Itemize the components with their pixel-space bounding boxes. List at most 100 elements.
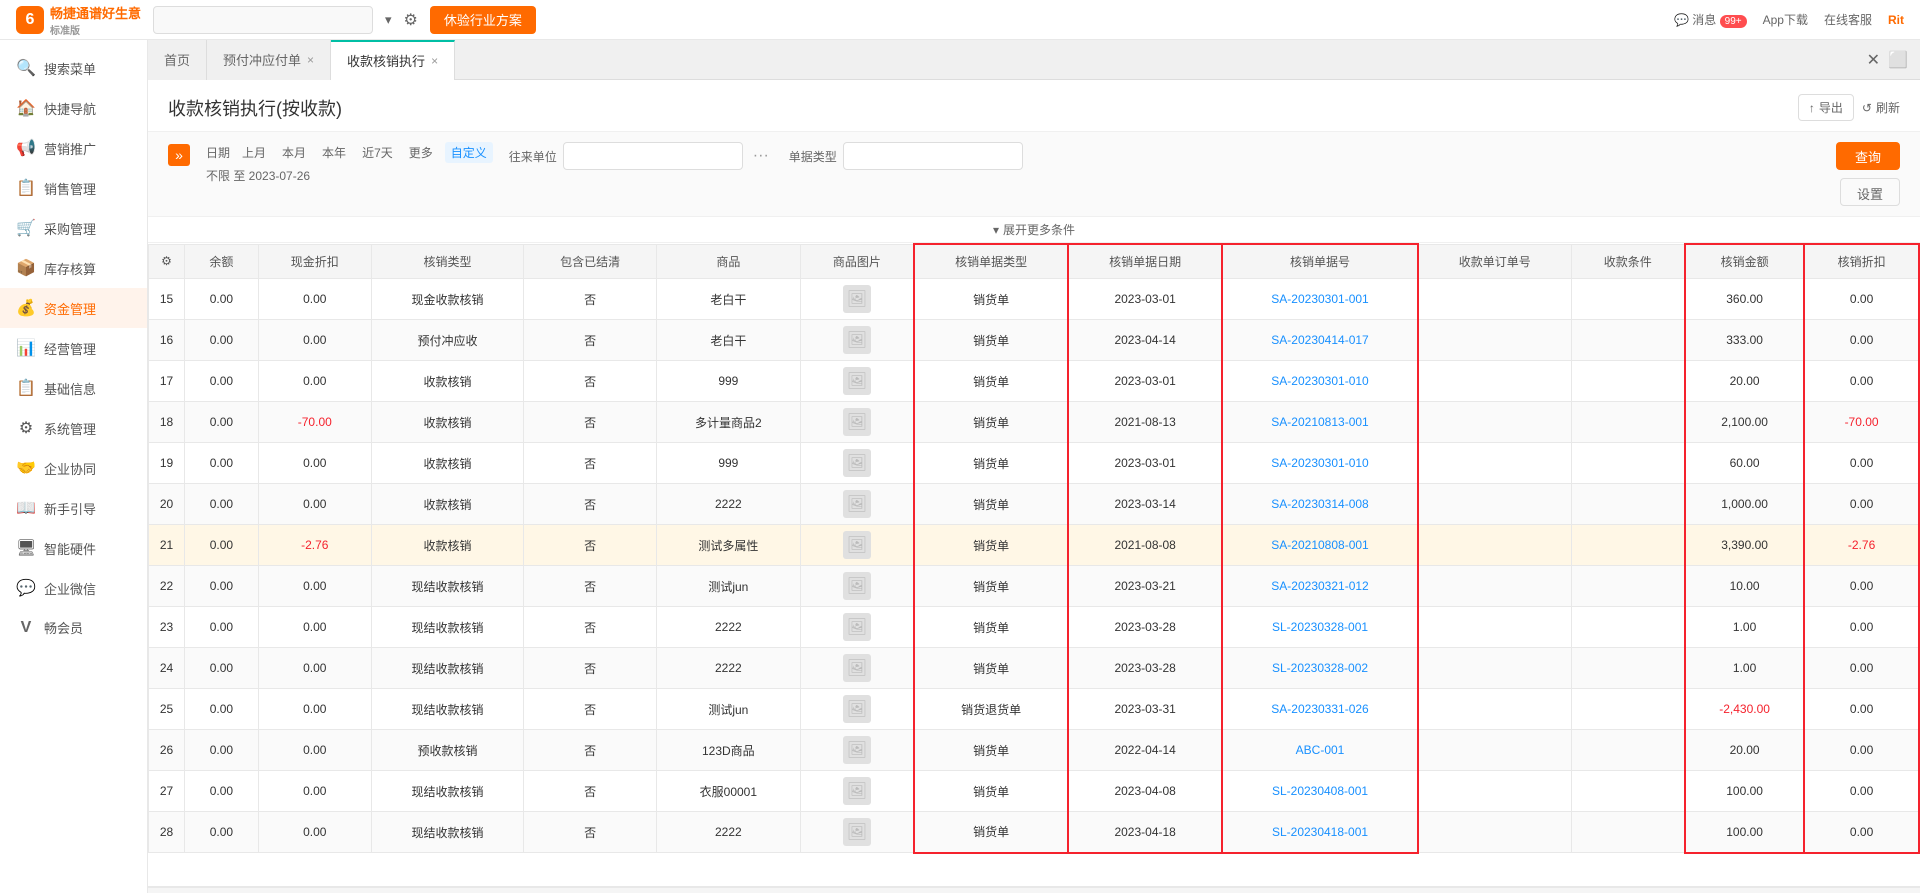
write-off-bill-link[interactable]: SL-20230418-001: [1272, 825, 1368, 839]
settings-button[interactable]: 设置: [1840, 178, 1900, 206]
date-btn-7days[interactable]: 近7天: [358, 142, 397, 163]
sidebar-item-search[interactable]: 🔍 搜索菜单: [0, 48, 147, 88]
tab-write-off-close[interactable]: ×: [431, 54, 438, 68]
td-goods: 999: [656, 361, 800, 402]
counterpart-input[interactable]: [563, 142, 743, 170]
sidebar-item-business[interactable]: 📊 经营管理: [0, 328, 147, 368]
sidebar-item-marketing[interactable]: 📢 营销推广: [0, 128, 147, 168]
td-include-settled: 否: [524, 361, 657, 402]
search-input[interactable]: [153, 6, 373, 34]
date-btn-this-month[interactable]: 本月: [278, 142, 310, 163]
write-off-bill-link[interactable]: ABC-001: [1296, 743, 1345, 757]
sidebar-item-member[interactable]: V 畅会员: [0, 608, 147, 647]
td-include-settled: 否: [524, 812, 657, 853]
online-service-btn[interactable]: 在线客服: [1824, 11, 1872, 28]
sidebar-item-sales[interactable]: 📋 销售管理: [0, 168, 147, 208]
page-header: 收款核销执行(按收款) ↑ 导出 ↺ 刷新: [148, 80, 1920, 132]
td-write-off-bill-date: 2023-03-28: [1068, 648, 1222, 689]
td-row-num: 25: [149, 689, 185, 730]
td-row-num: 15: [149, 279, 185, 320]
td-include-settled: 否: [524, 730, 657, 771]
td-receipt-order-no: [1418, 320, 1571, 361]
tab-close-window-btn[interactable]: ✕: [1867, 50, 1880, 70]
table-row: 20 0.00 0.00 收款核销 否 2222 🖼 销货单 2023-03-1…: [149, 484, 1920, 525]
date-btn-this-year[interactable]: 本年: [318, 142, 350, 163]
date-btn-last-month[interactable]: 上月: [238, 142, 270, 163]
tab-prepay-close[interactable]: ×: [307, 53, 314, 67]
write-off-bill-link[interactable]: SA-20230331-026: [1271, 702, 1368, 716]
td-receipt-condition: [1571, 771, 1685, 812]
date-custom-btn[interactable]: 自定义: [445, 142, 493, 163]
table-row: 27 0.00 0.00 现结收款核销 否 衣服00001 🖼 销货单 2023…: [149, 771, 1920, 812]
sidebar-item-inventory[interactable]: 📦 库存核算: [0, 248, 147, 288]
sidebar-item-finance[interactable]: 💰 资金管理: [0, 288, 147, 328]
sidebar-item-purchase[interactable]: 🛒 采购管理: [0, 208, 147, 248]
td-balance: 0.00: [185, 648, 259, 689]
td-row-num: 19: [149, 443, 185, 484]
sidebar-item-guide[interactable]: 📖 新手引导: [0, 488, 147, 528]
app-logo: 6 畅捷通谱好生意 标准版: [16, 3, 141, 37]
td-include-settled: 否: [524, 320, 657, 361]
date-btn-more[interactable]: 更多: [405, 142, 437, 163]
table-row: 24 0.00 0.00 现结收款核销 否 2222 🖼 销货单 2023-03…: [149, 648, 1920, 689]
dropdown-icon[interactable]: ▾: [385, 12, 392, 28]
td-write-off-bill-date: 2023-04-08: [1068, 771, 1222, 812]
th-receipt-order-no: 收款条件: [1571, 244, 1685, 279]
sidebar-item-label: 搜索菜单: [44, 59, 96, 78]
td-write-off-bill-date: 2023-04-18: [1068, 812, 1222, 853]
industry-solution-button[interactable]: 休验行业方案: [430, 6, 536, 34]
write-off-bill-link[interactable]: SA-20210813-001: [1271, 415, 1368, 429]
td-include-settled: 否: [524, 689, 657, 730]
write-off-bill-link[interactable]: SL-20230328-002: [1272, 661, 1368, 675]
sidebar-item-wechat[interactable]: 💬 企业微信: [0, 568, 147, 608]
tab-maximize-btn[interactable]: ⬜: [1888, 50, 1908, 70]
th-gear[interactable]: ⚙: [149, 244, 185, 279]
expand-more-label: 展开更多条件: [1003, 221, 1075, 238]
write-off-bill-link[interactable]: SA-20230314-008: [1271, 497, 1368, 511]
sidebar-item-label: 基础信息: [44, 379, 96, 398]
td-write-off-type: 预收款核销: [371, 730, 523, 771]
write-off-bill-link[interactable]: SL-20230408-001: [1272, 784, 1368, 798]
write-off-bill-link[interactable]: SA-20230301-001: [1271, 292, 1368, 306]
user-name[interactable]: Rit: [1888, 13, 1904, 27]
sidebar-item-label: 智能硬件: [44, 539, 96, 558]
single-type-select[interactable]: [843, 142, 1023, 170]
refresh-button[interactable]: ↺ 刷新: [1862, 94, 1900, 121]
write-off-bill-link[interactable]: SA-20210808-001: [1271, 538, 1368, 552]
td-goods-img: 🖼: [800, 525, 914, 566]
sidebar-item-basic[interactable]: 📋 基础信息: [0, 368, 147, 408]
table-row: 19 0.00 0.00 收款核销 否 999 🖼 销货单 2023-03-01…: [149, 443, 1920, 484]
write-off-bill-link[interactable]: SA-20230301-010: [1271, 374, 1368, 388]
export-button[interactable]: ↑ 导出: [1798, 94, 1854, 121]
write-off-bill-link[interactable]: SA-20230321-012: [1271, 579, 1368, 593]
table-row: 25 0.00 0.00 现结收款核销 否 测试jun 🖼 销货退货单 2023…: [149, 689, 1920, 730]
enterprise-icon: 🤝: [16, 458, 36, 478]
sidebar-item-system[interactable]: ⚙ 系统管理: [0, 408, 147, 448]
th-write-off-amount: 核销折扣: [1804, 244, 1919, 279]
tab-home[interactable]: 首页: [148, 40, 207, 80]
date-filter-group: 日期 上月 本月 本年 近7天 更多 自定义 不限 至 2023-07-26: [206, 142, 493, 184]
td-write-off-bill-type: 销货单: [914, 607, 1068, 648]
td-cash-discount: -2.76: [258, 525, 371, 566]
tab-write-off-label: 收款核销执行: [347, 51, 425, 70]
expand-more-button[interactable]: ▾ 展开更多条件: [993, 221, 1075, 238]
td-receipt-order-no: [1418, 771, 1571, 812]
td-write-off-type: 现结收款核销: [371, 812, 523, 853]
td-write-off-bill-no: SA-20230331-026: [1222, 689, 1418, 730]
gear-icon[interactable]: ⚙: [404, 10, 418, 30]
tab-write-off[interactable]: 收款核销执行 ×: [331, 40, 455, 80]
messages-icon[interactable]: 💬 消息 99+: [1674, 11, 1747, 28]
write-off-bill-link[interactable]: SA-20230301-010: [1271, 456, 1368, 470]
sidebar-item-quick-nav[interactable]: 🏠 快捷导航: [0, 88, 147, 128]
app-download-btn[interactable]: App下载: [1763, 11, 1808, 28]
query-button[interactable]: 查询: [1836, 142, 1900, 170]
tab-prepay[interactable]: 预付冲应付单 ×: [207, 40, 331, 80]
td-goods: 测试多属性: [656, 525, 800, 566]
write-off-bill-link[interactable]: SL-20230328-001: [1272, 620, 1368, 634]
write-off-bill-link[interactable]: SA-20230414-017: [1271, 333, 1368, 347]
sidebar-item-enterprise[interactable]: 🤝 企业协同: [0, 448, 147, 488]
sidebar-item-hardware[interactable]: 🖥 智能硬件: [0, 528, 147, 568]
tab-prepay-label: 预付冲应付单: [223, 50, 301, 69]
filter-expand-button[interactable]: »: [168, 144, 190, 166]
table-row: 16 0.00 0.00 预付冲应收 否 老白干 🖼 销货单 2023-04-1…: [149, 320, 1920, 361]
